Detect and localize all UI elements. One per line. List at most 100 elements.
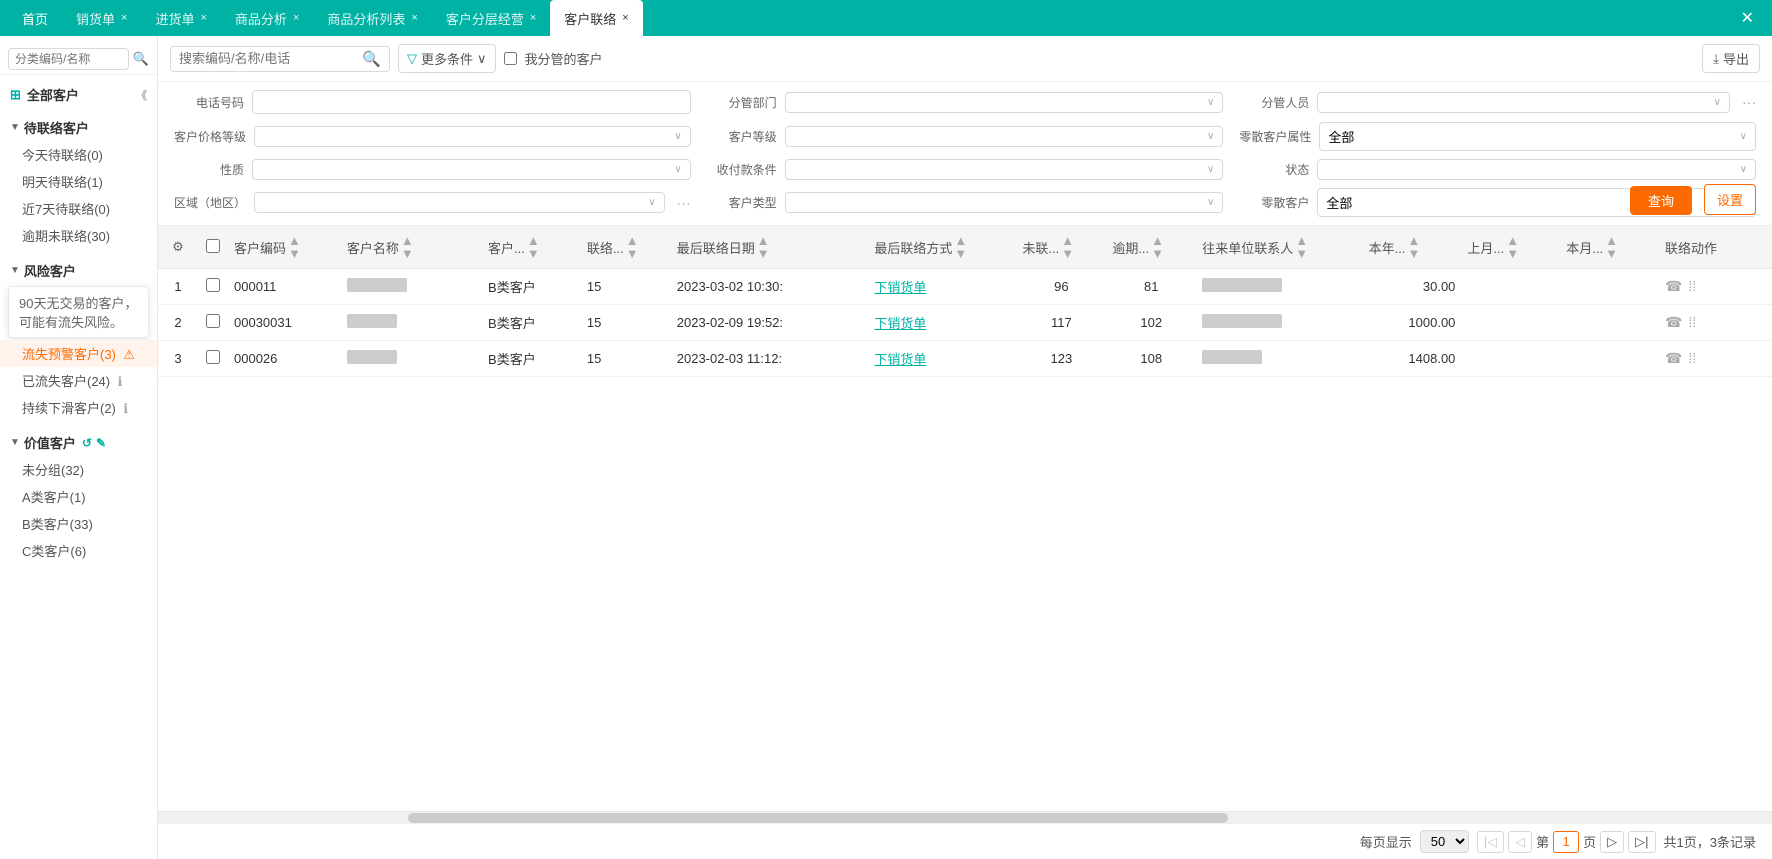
tab-analysis-list[interactable]: 商品分析列表 × bbox=[313, 0, 431, 36]
customer-table: ⚙ 客户编码 ▲▼ 客户名称 bbox=[158, 226, 1772, 377]
tab-purchase[interactable]: 进货单 × bbox=[141, 0, 220, 36]
row2-name bbox=[341, 305, 482, 341]
filter-customer-type-select[interactable]: ∨ bbox=[785, 192, 1224, 213]
row3-checkbox[interactable] bbox=[206, 350, 220, 364]
row3-way[interactable]: 下销货单 bbox=[868, 341, 1016, 377]
sidebar-item-c-class[interactable]: C类客户(6) bbox=[0, 537, 157, 564]
setting-button[interactable]: 设置 bbox=[1704, 184, 1756, 215]
first-page-button[interactable]: |◁ bbox=[1477, 831, 1504, 853]
tab-purchase-label: 进货单 bbox=[155, 9, 194, 28]
sidebar-group-pending-title[interactable]: ▼ 待联络客户 bbox=[0, 114, 157, 141]
person-more-icon[interactable]: ··· bbox=[1742, 94, 1756, 110]
tab-analysis-close[interactable]: × bbox=[293, 12, 299, 24]
search-input[interactable] bbox=[179, 51, 362, 66]
sidebar-item-declining[interactable]: 持续下滑客户(2) ℹ bbox=[0, 394, 157, 421]
sidebar-item-b-class[interactable]: B类客户(33) bbox=[0, 510, 157, 537]
next-page-button[interactable]: ▷ bbox=[1600, 831, 1624, 853]
filter-person-select[interactable]: ∨ bbox=[1317, 92, 1730, 113]
row2-way[interactable]: 下销货单 bbox=[868, 305, 1016, 341]
sidebar-item-7days[interactable]: 近7天待联络(0) bbox=[0, 195, 157, 222]
filter-gender-select[interactable]: ∨ bbox=[252, 159, 691, 180]
sidebar-group-risk-title[interactable]: ▼ 风险客户 bbox=[0, 257, 157, 284]
tab-customer-tier[interactable]: 客户分层经营 × bbox=[432, 0, 550, 36]
filter-more-label: 更多条件 bbox=[421, 49, 473, 68]
filter-icon: ▽ bbox=[407, 51, 417, 67]
row3-contact-icon[interactable]: ☎ bbox=[1665, 350, 1682, 367]
sidebar-item-today[interactable]: 今天待联络(0) bbox=[0, 141, 157, 168]
row1-more-icon[interactable]: ⁞⁞ bbox=[1688, 278, 1696, 295]
row1-way[interactable]: 下销货单 bbox=[868, 269, 1016, 305]
tab-customer-contact[interactable]: 客户联络 × bbox=[550, 0, 642, 36]
arrow-down-risk-icon: ▼ bbox=[10, 265, 20, 276]
filter-status-select[interactable]: ∨ bbox=[1317, 159, 1756, 180]
area-more-icon[interactable]: ··· bbox=[677, 195, 691, 211]
last-page-button[interactable]: ▷| bbox=[1628, 831, 1655, 853]
row3-more-icon[interactable]: ⁞⁞ bbox=[1688, 350, 1696, 367]
col-last-month-header: 上月... ▲▼ bbox=[1461, 226, 1560, 269]
per-page-select[interactable]: 50 bbox=[1420, 830, 1469, 853]
tab-customer-tier-close[interactable]: × bbox=[530, 12, 536, 24]
edit-icon[interactable]: ✎ bbox=[96, 436, 106, 450]
sidebar-all-customers[interactable]: ⊞ 全部客户 《 bbox=[0, 79, 157, 110]
filter-more-button[interactable]: ▽ 更多条件 ∨ bbox=[398, 44, 496, 73]
sidebar-item-churn-warning[interactable]: 流失预警客户(3) ⚠ bbox=[0, 340, 157, 367]
filter-area-label: 区域（地区） bbox=[174, 194, 246, 211]
filter-customer-level-select[interactable]: ∨ bbox=[785, 126, 1224, 147]
my-customer-checkbox[interactable] bbox=[504, 52, 517, 65]
payment-dropdown-icon: ∨ bbox=[1207, 164, 1214, 175]
filter-payment-select[interactable]: ∨ bbox=[785, 159, 1224, 180]
sidebar-group-value-title[interactable]: ▼ 价值客户 ↺ ✎ bbox=[0, 429, 157, 456]
filter-zero-attr-select[interactable]: 全部 ∨ bbox=[1319, 122, 1756, 151]
refresh-icon[interactable]: ↺ bbox=[82, 436, 92, 450]
row2-more-icon[interactable]: ⁞⁞ bbox=[1688, 314, 1696, 331]
row1-contact-icon[interactable]: ☎ bbox=[1665, 278, 1682, 295]
tab-home-label: 首页 bbox=[22, 9, 48, 28]
export-button[interactable]: ⤓ 导出 bbox=[1702, 44, 1760, 73]
horizontal-scrollbar[interactable] bbox=[158, 811, 1772, 823]
tab-analysis-list-close[interactable]: × bbox=[411, 12, 417, 24]
collapse-icon[interactable]: 《 bbox=[136, 87, 147, 103]
chevron-down-icon: ∨ bbox=[477, 51, 487, 67]
filter-status: 状态 ∨ bbox=[1239, 159, 1756, 180]
row1-year: 30.00 bbox=[1363, 269, 1462, 305]
scrollbar-thumb[interactable] bbox=[408, 813, 1228, 823]
query-button[interactable]: 查询 bbox=[1630, 186, 1692, 215]
sidebar-item-overdue[interactable]: 逾期未联络(30) bbox=[0, 222, 157, 249]
sidebar-item-tomorrow[interactable]: 明天待联络(1) bbox=[0, 168, 157, 195]
my-customer-check-wrap[interactable]: 我分管的客户 bbox=[504, 49, 603, 68]
search-button[interactable]: 🔍 bbox=[362, 50, 381, 68]
filter-price-level-select[interactable]: ∨ bbox=[254, 126, 691, 147]
page-unit: 页 bbox=[1583, 832, 1596, 851]
window-close-button[interactable]: ✕ bbox=[1731, 8, 1764, 28]
sidebar-item-churned[interactable]: 已流失客户(24) ℹ bbox=[0, 367, 157, 394]
filter-customer-type-label: 客户类型 bbox=[707, 194, 777, 211]
tab-customer-contact-close[interactable]: × bbox=[622, 12, 628, 24]
tab-analysis[interactable]: 商品分析 × bbox=[221, 0, 313, 36]
tab-sales[interactable]: 销货单 × bbox=[62, 0, 141, 36]
row1-checkbox[interactable] bbox=[206, 278, 220, 292]
row1-code: 000011 bbox=[228, 269, 341, 305]
prev-page-button[interactable]: ◁ bbox=[1508, 831, 1532, 853]
filter-area-select[interactable]: ∨ bbox=[254, 192, 665, 213]
filter-dept-select[interactable]: ∨ bbox=[785, 92, 1224, 113]
sidebar-item-ungroup[interactable]: 未分组(32) bbox=[0, 456, 157, 483]
col-code-header: 客户编码 ▲▼ bbox=[228, 226, 341, 269]
row2-checkbox[interactable] bbox=[206, 314, 220, 328]
tab-home[interactable]: 首页 bbox=[8, 0, 62, 36]
filter-dept-label: 分管部门 bbox=[707, 94, 777, 111]
row3-unit-person bbox=[1196, 341, 1362, 377]
row2-contact-icon[interactable]: ☎ bbox=[1665, 314, 1682, 331]
sidebar-item-a-class[interactable]: A类客户(1) bbox=[0, 483, 157, 510]
tab-purchase-close[interactable]: × bbox=[200, 12, 206, 24]
row3-index: 3 bbox=[158, 341, 198, 377]
sidebar-search-input[interactable] bbox=[8, 48, 129, 70]
tab-sales-close[interactable]: × bbox=[121, 12, 127, 24]
gear-icon-th[interactable]: ⚙ bbox=[172, 239, 184, 254]
sidebar-search-icon[interactable]: 🔍 bbox=[133, 51, 149, 67]
filter-phone-input[interactable] bbox=[252, 90, 691, 114]
select-all-checkbox[interactable] bbox=[206, 239, 220, 253]
row3-no-contact: 123 bbox=[1016, 341, 1106, 377]
sidebar-group-value: ▼ 价值客户 ↺ ✎ 未分组(32) A类客户(1) B类客户(33) C类客户… bbox=[0, 425, 157, 568]
row2-year: 1000.00 bbox=[1363, 305, 1462, 341]
row1-no-contact: 96 bbox=[1016, 269, 1106, 305]
